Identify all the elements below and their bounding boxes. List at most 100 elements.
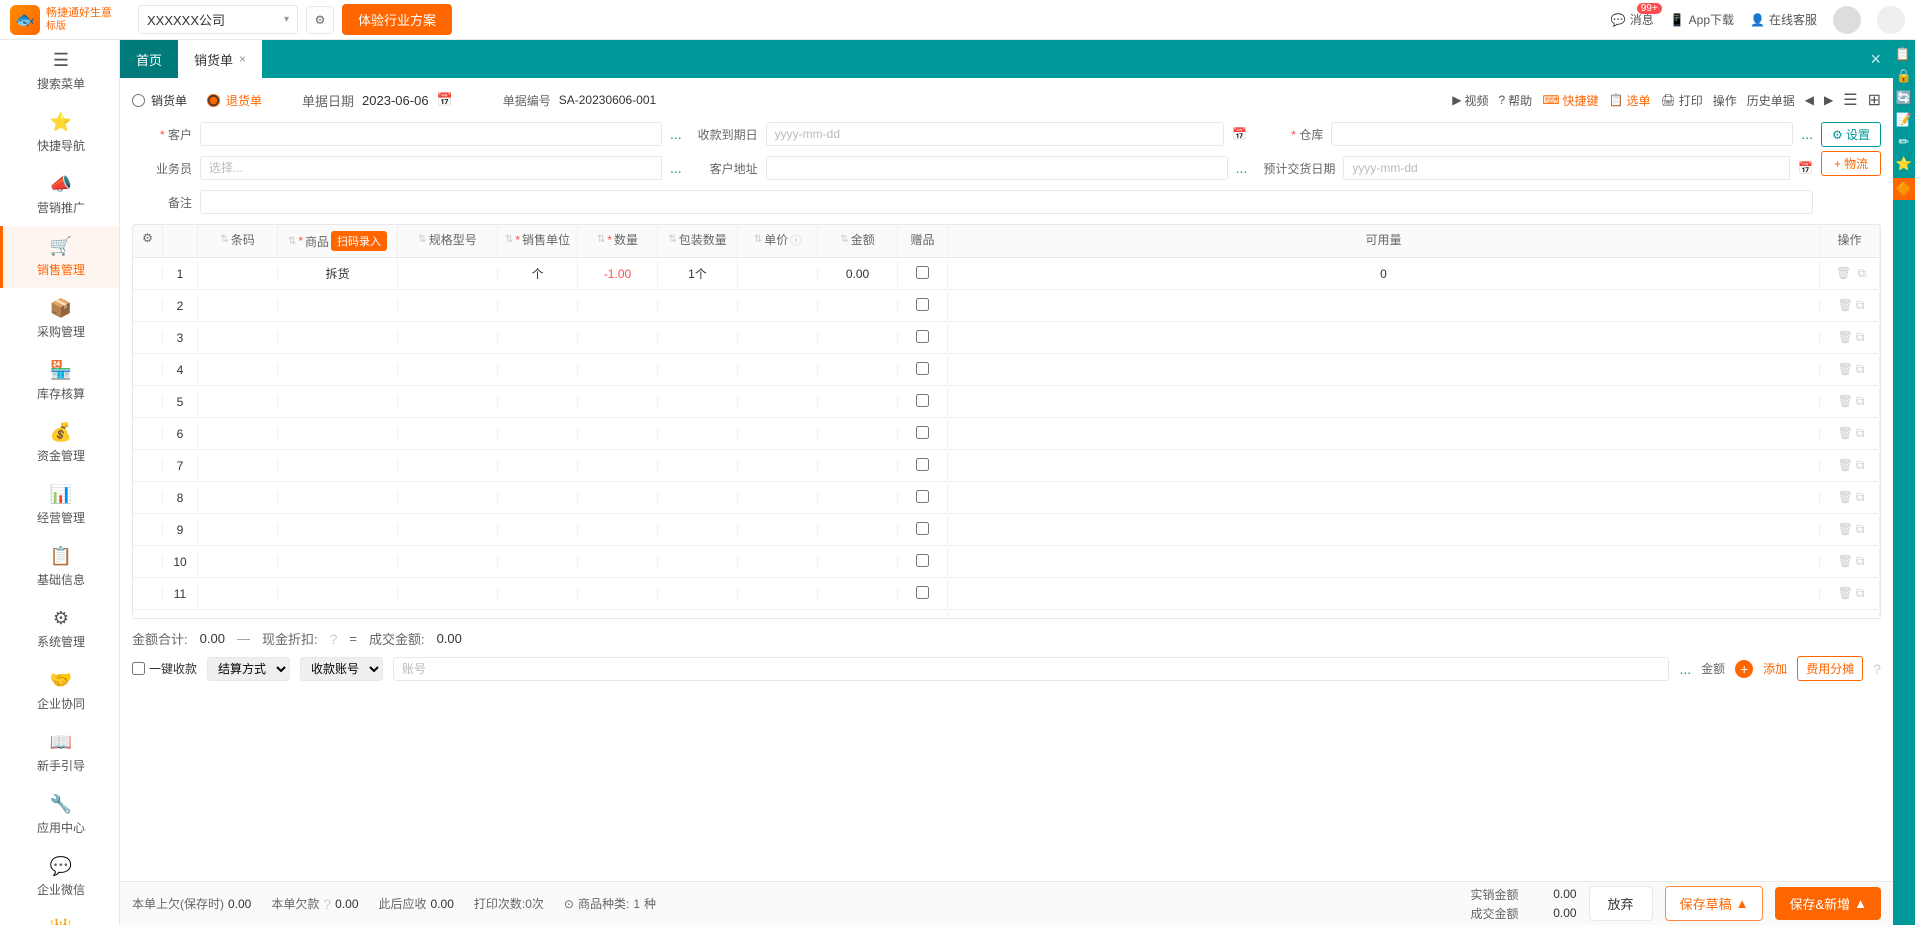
discount-help-icon[interactable]: ? (330, 631, 338, 647)
th-settings[interactable]: ⚙ (133, 225, 163, 257)
right-panel-icon-3[interactable]: 🔄 (1896, 90, 1912, 106)
shortcut-btn[interactable]: ⌨ 快捷键 (1542, 92, 1598, 109)
choose-btn[interactable]: 📋 选单 (1609, 92, 1651, 109)
td-row-settings[interactable] (133, 268, 163, 280)
radio-sale[interactable]: 销货单 (132, 92, 187, 109)
sidebar-item-marketing[interactable]: 📣 营销推广 (0, 164, 119, 226)
copy-icon[interactable]: ⧉ (1856, 426, 1865, 440)
delete-icon[interactable]: 🗑 (1838, 522, 1853, 536)
print-btn[interactable]: 🖨 打印 (1661, 92, 1703, 109)
delete-icon[interactable]: 🗑 (1838, 554, 1853, 568)
message-button[interactable]: 💬 消息 99+ (1611, 11, 1654, 28)
sidebar-item-management[interactable]: 📊 经营管理 (0, 474, 119, 536)
discard-button[interactable]: 放弃 (1589, 886, 1653, 921)
delete-icon[interactable]: 🗑 (1838, 586, 1853, 600)
sidebar-item-purchase[interactable]: 📦 采购管理 (0, 288, 119, 350)
sidebar-item-inventory[interactable]: 🏪 库存核算 (0, 350, 119, 412)
copy-icon[interactable]: ⧉ (1856, 394, 1865, 408)
one-click-payment-checkbox[interactable] (132, 662, 145, 675)
right-panel-icon-6[interactable]: ⭐ (1896, 156, 1912, 172)
sidebar-item-system[interactable]: ⚙ 系统管理 (0, 598, 119, 660)
right-panel-icon-orange[interactable]: 🔶 (1893, 178, 1915, 200)
sidebar-item-finance[interactable]: 💰 资金管理 (0, 412, 119, 474)
td-goods-1[interactable]: 拆货 (278, 259, 398, 288)
owe-help-icon[interactable]: ? (323, 896, 331, 912)
date-cal-icon[interactable]: 📅 (437, 92, 453, 108)
copy-icon[interactable]: ⧉ (1856, 554, 1865, 568)
copy-icon[interactable]: ⧉ (1856, 362, 1865, 376)
sidebar-item-shortcut[interactable]: ⭐ 快捷导航 (0, 102, 119, 164)
delete-icon[interactable]: 🗑 (1838, 490, 1853, 504)
goods-type[interactable]: ⊙ 商品种类: 1 种 (564, 895, 656, 912)
expense-help-icon[interactable]: ? (1873, 661, 1881, 677)
scan-button[interactable]: 扫码录入 (331, 231, 387, 251)
trial-button[interactable]: 体验行业方案 (342, 4, 452, 35)
radio-return[interactable]: 退货单 (207, 92, 262, 109)
right-panel-icon-1[interactable]: 📋 (1897, 46, 1912, 62)
sidebar-item-search[interactable]: ☰ 搜索菜单 (0, 40, 119, 102)
tab-close-icon[interactable]: × (239, 52, 246, 66)
copy-icon-1[interactable]: ⧉ (1858, 266, 1867, 280)
td-price-1[interactable] (738, 268, 818, 280)
right-panel-icon-2[interactable]: 🔒 (1896, 68, 1912, 84)
tab-home[interactable]: 首页 (120, 40, 178, 78)
save-new-button[interactable]: 保存&新增 ▲ (1775, 887, 1881, 920)
td-gift-1[interactable] (898, 260, 948, 288)
copy-icon[interactable]: ⧉ (1856, 330, 1865, 344)
copy-icon[interactable]: ⧉ (1856, 490, 1865, 504)
right-panel-icon-5[interactable]: ✏ (1899, 134, 1910, 150)
tab-bar-close-icon[interactable]: × (1858, 49, 1893, 70)
copy-icon[interactable]: ⧉ (1856, 458, 1865, 472)
calc-method-select[interactable]: 结算方式 (207, 657, 290, 681)
customer-ellipsis[interactable]: ... (670, 126, 682, 142)
history-btn[interactable]: 历史单据 (1747, 92, 1795, 109)
operate-btn[interactable]: 操作 (1713, 92, 1737, 109)
sidebar-item-guide[interactable]: 📖 新手引导 (0, 722, 119, 784)
delivery-date-cal-icon[interactable]: 📅 (1798, 161, 1813, 175)
receive-date-input[interactable] (766, 122, 1225, 146)
addr-ellipsis[interactable]: ... (1236, 160, 1248, 176)
customer-addr-input[interactable] (766, 156, 1228, 180)
td-spec-1[interactable] (398, 268, 498, 280)
delete-icon[interactable]: 🗑 (1838, 426, 1853, 440)
company-selector[interactable]: XXXXXX公司 ▾ (138, 5, 298, 34)
sidebar-item-basic[interactable]: 📋 基础信息 (0, 536, 119, 598)
tab-sales-order[interactable]: 销货单 × (178, 40, 262, 78)
delete-icon[interactable]: 🗑 (1838, 458, 1853, 472)
right-panel-icon-4[interactable]: 📝 (1896, 112, 1912, 128)
td-barcode-1[interactable] (198, 268, 278, 280)
logistics-action-btn[interactable]: + 物流 (1821, 151, 1881, 176)
view-list-btn[interactable]: ☰ (1843, 90, 1857, 110)
note-input[interactable] (200, 190, 1813, 214)
receive-date-cal-icon[interactable]: 📅 (1232, 127, 1247, 141)
sidebar-item-sales[interactable]: 🛒 销售管理 (0, 226, 119, 288)
sidebar-item-apps[interactable]: 🔧 应用中心 (0, 784, 119, 846)
warehouse-ellipsis[interactable]: ... (1801, 126, 1813, 142)
video-btn[interactable]: ▶ 视频 (1452, 92, 1488, 109)
delete-icon[interactable]: 🗑 (1838, 298, 1853, 312)
app-download-button[interactable]: 📱 App下载 (1670, 11, 1734, 28)
nav-prev-btn[interactable]: ◀ (1805, 93, 1814, 107)
view-grid-btn[interactable]: ⊞ (1868, 90, 1881, 110)
delivery-date-input[interactable] (1343, 156, 1790, 180)
customer-input[interactable] (200, 122, 662, 146)
sidebar-item-member[interactable]: 👑 畅会员 (0, 908, 119, 925)
sidebar-item-collab[interactable]: 🤝 企业协同 (0, 660, 119, 722)
help-btn[interactable]: ? 帮助 (1498, 92, 1532, 109)
add-payment-btn[interactable]: + (1735, 660, 1753, 678)
expense-btn[interactable]: 费用分摊 (1797, 656, 1863, 681)
salesman-ellipsis[interactable]: ... (670, 160, 682, 176)
copy-icon[interactable]: ⧉ (1856, 298, 1865, 312)
settings-action-btn[interactable]: ⚙ 设置 (1821, 122, 1881, 147)
td-qty-1[interactable]: -1.00 (578, 261, 658, 287)
settings-button[interactable]: ⚙ (306, 6, 334, 34)
sidebar-item-wechat[interactable]: 💬 企业微信 (0, 846, 119, 908)
one-click-payment-label[interactable]: 一键收款 (132, 660, 197, 677)
account-select[interactable]: 收款账号 (300, 657, 383, 681)
online-service-button[interactable]: 👤 在线客服 (1750, 11, 1817, 28)
account-ellipsis[interactable]: ... (1679, 661, 1691, 677)
copy-icon[interactable]: ⧉ (1856, 586, 1865, 600)
price-info-icon[interactable]: ⓘ (790, 232, 801, 248)
avatar[interactable] (1833, 6, 1861, 34)
delete-icon-1[interactable]: 🗑 (1836, 266, 1851, 280)
